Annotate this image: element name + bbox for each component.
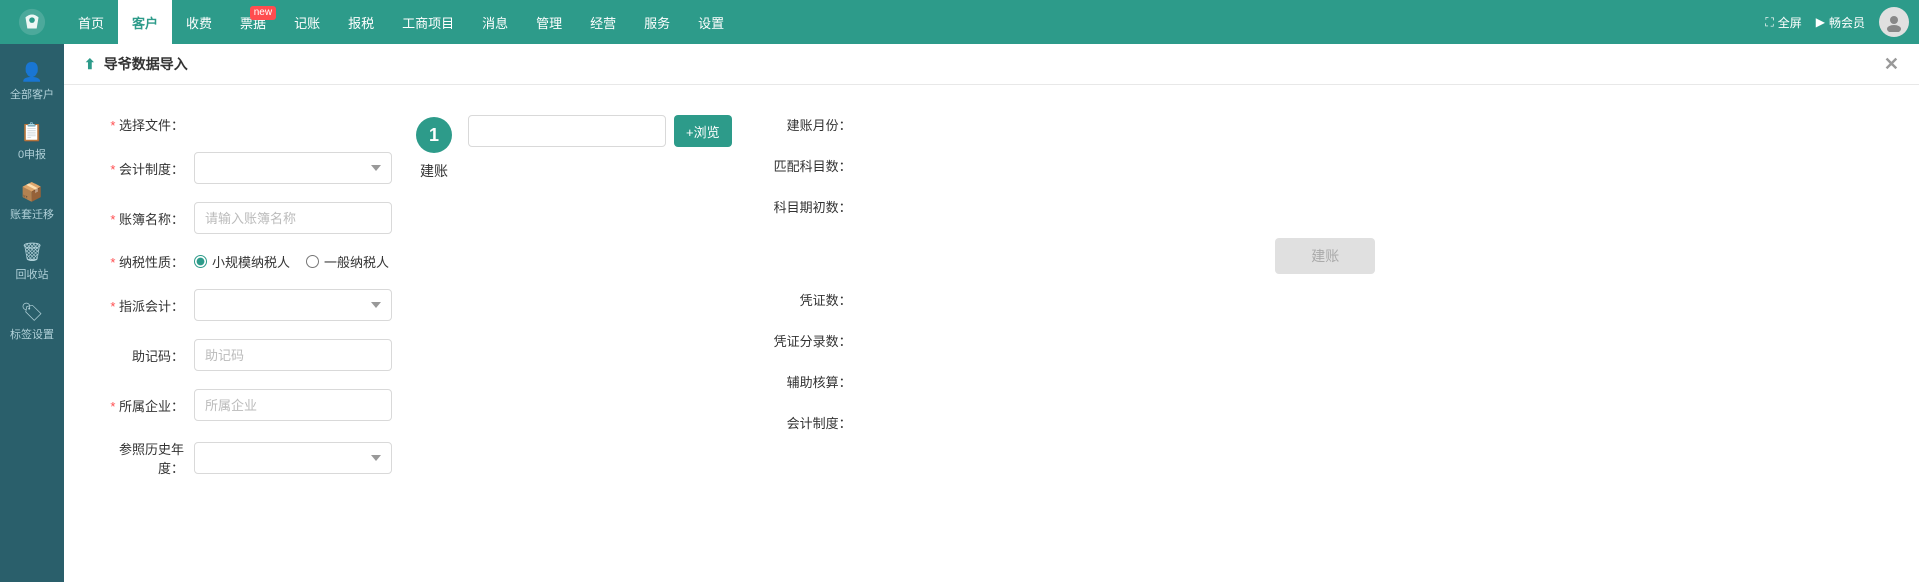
tax-small-radio[interactable] [194,255,207,268]
close-button[interactable]: ✕ [1884,55,1899,73]
form-main: 选择文件： 会计制度： [104,115,1879,525]
company-input[interactable] [194,389,392,421]
sidebar-item-all-customers[interactable]: 👤 全部客户 [0,54,64,110]
fullscreen-btn[interactable]: ⛶ 全屏 [1765,14,1801,31]
sidebar-item-declaration[interactable]: 📋 0申报 [0,114,64,170]
right-accounting-label: 会计制度： [772,413,862,432]
import-icon: ⬆ [84,56,96,73]
history-label: 参照历史年度： [104,439,194,477]
page-header: ⬆ 导爷数据导入 ✕ [64,44,1919,85]
nav-business[interactable]: 工商项目 [388,0,468,44]
tax-row: 纳税性质： 小规模纳税人 一般纳税人 [104,252,392,271]
nav-operation[interactable]: 经营 [576,0,630,44]
file-input-wrap: +浏览 [468,115,732,147]
avatar[interactable] [1879,7,1909,37]
history-row: 参照历史年度： [104,439,392,477]
build-btn-wrap: 建账 [772,238,1879,274]
sidebar-item-trash[interactable]: 🗑 回收站 [0,234,64,290]
nav-invoice[interactable]: 票据 new [226,0,280,44]
aux-label: 辅助核算： [772,372,862,391]
browse-button[interactable]: +浏览 [674,115,732,147]
match-subjects-label: 匹配科目数： [772,156,862,175]
top-navigation: 首页 客户 收费 票据 new 记账 报税 工商项目 消息 管理 经营 服务 设… [0,0,1919,44]
sidebar: 👤 全部客户 📋 0申报 📦 账套迁移 🗑 回收站 🏷 标签设置 [0,44,64,582]
form-container: 选择文件： 会计制度： [64,85,1919,582]
voucher-records-row: 凭证分录数： [772,331,1879,350]
vip-btn[interactable]: ▶ 畅会员 [1816,14,1865,31]
fullscreen-icon: ⛶ [1765,15,1773,30]
ledger-input[interactable] [194,202,392,234]
accountant-select[interactable] [194,289,392,321]
voucher-row: 凭证数： [772,290,1879,309]
tag-icon: 🏷 [21,302,44,323]
build-account-button[interactable]: 建账 [1275,238,1375,274]
form-left: 选择文件： 会计制度： [104,115,732,525]
step-label: 建账 [420,161,448,181]
nav-customer[interactable]: 客户 [118,0,172,44]
sidebar-item-migration[interactable]: 📦 账套迁移 [0,174,64,230]
main-layout: 👤 全部客户 📋 0申报 📦 账套迁移 🗑 回收站 🏷 标签设置 ⬆ 导爷数据导… [0,44,1919,582]
tax-small-label: 小规模纳税人 [212,252,290,271]
tax-label: 纳税性质： [104,252,194,271]
ledger-label: 账簿名称： [104,209,194,228]
voucher-records-label: 凭证分录数： [772,331,862,350]
company-label: 所属企业： [104,396,194,415]
company-row: 所属企业： [104,389,392,421]
build-month-row: 建账月份： [772,115,1879,134]
step-badge: 1 [416,117,452,153]
accountant-row: 指派会计： [104,289,392,321]
accounting-select[interactable] [194,152,392,184]
migrate-icon: 📦 [21,182,43,203]
accountant-label: 指派会计： [104,296,194,315]
file-input[interactable] [468,115,666,147]
nav-items: 首页 客户 收费 票据 new 记账 报税 工商项目 消息 管理 经营 服务 设… [64,0,738,44]
declare-icon: 📋 [21,122,43,143]
step-section: 选择文件： 会计制度： [104,115,732,495]
accounting-label: 会计制度： [104,159,194,178]
nav-tax[interactable]: 报税 [334,0,388,44]
new-badge: new [250,6,276,20]
nav-service[interactable]: 服务 [630,0,684,44]
nav-right: ⛶ 全屏 ▶ 畅会员 [1765,7,1909,37]
page-title: 导爷数据导入 [104,54,188,74]
history-select[interactable] [194,442,392,474]
ledger-row: 账簿名称： [104,202,392,234]
match-subjects-row: 匹配科目数： [772,156,1879,175]
nav-home[interactable]: 首页 [64,0,118,44]
tax-small[interactable]: 小规模纳税人 [194,252,290,271]
file-label: 选择文件： [104,115,194,134]
nav-manage[interactable]: 管理 [522,0,576,44]
users-icon: 👤 [21,62,43,83]
accounting-system-row: 会计制度： [104,152,392,184]
period-balance-label: 科目期初数： [772,197,862,216]
trash-icon: 🗑 [21,242,44,263]
tax-general[interactable]: 一般纳税人 [306,252,389,271]
step-form: 选择文件： 会计制度： [104,115,392,495]
memo-input[interactable] [194,339,392,371]
file-row: 选择文件： [104,115,392,134]
form-right: 建账月份： 匹配科目数： 科目期初数： 建账 [772,115,1879,525]
nav-bookkeeping[interactable]: 记账 [280,0,334,44]
nav-message[interactable]: 消息 [468,0,522,44]
nav-fee[interactable]: 收费 [172,0,226,44]
sidebar-item-tags[interactable]: 🏷 标签设置 [0,294,64,350]
aux-row: 辅助核算： [772,372,1879,391]
period-balance-row: 科目期初数： [772,197,1879,216]
memo-row: 助记码： [104,339,392,371]
main-content: ⬆ 导爷数据导入 ✕ 选择文件： [64,44,1919,582]
nav-settings[interactable]: 设置 [684,0,738,44]
right-accounting-row: 会计制度： [772,413,1879,432]
tax-general-radio[interactable] [306,255,319,268]
tax-general-label: 一般纳税人 [324,252,389,271]
tax-radio-group: 小规模纳税人 一般纳税人 [194,252,389,271]
build-month-label: 建账月份： [772,115,862,134]
vip-icon: ▶ [1816,15,1825,29]
memo-label: 助记码： [104,346,194,365]
voucher-label: 凭证数： [772,290,862,309]
app-logo [10,0,54,44]
